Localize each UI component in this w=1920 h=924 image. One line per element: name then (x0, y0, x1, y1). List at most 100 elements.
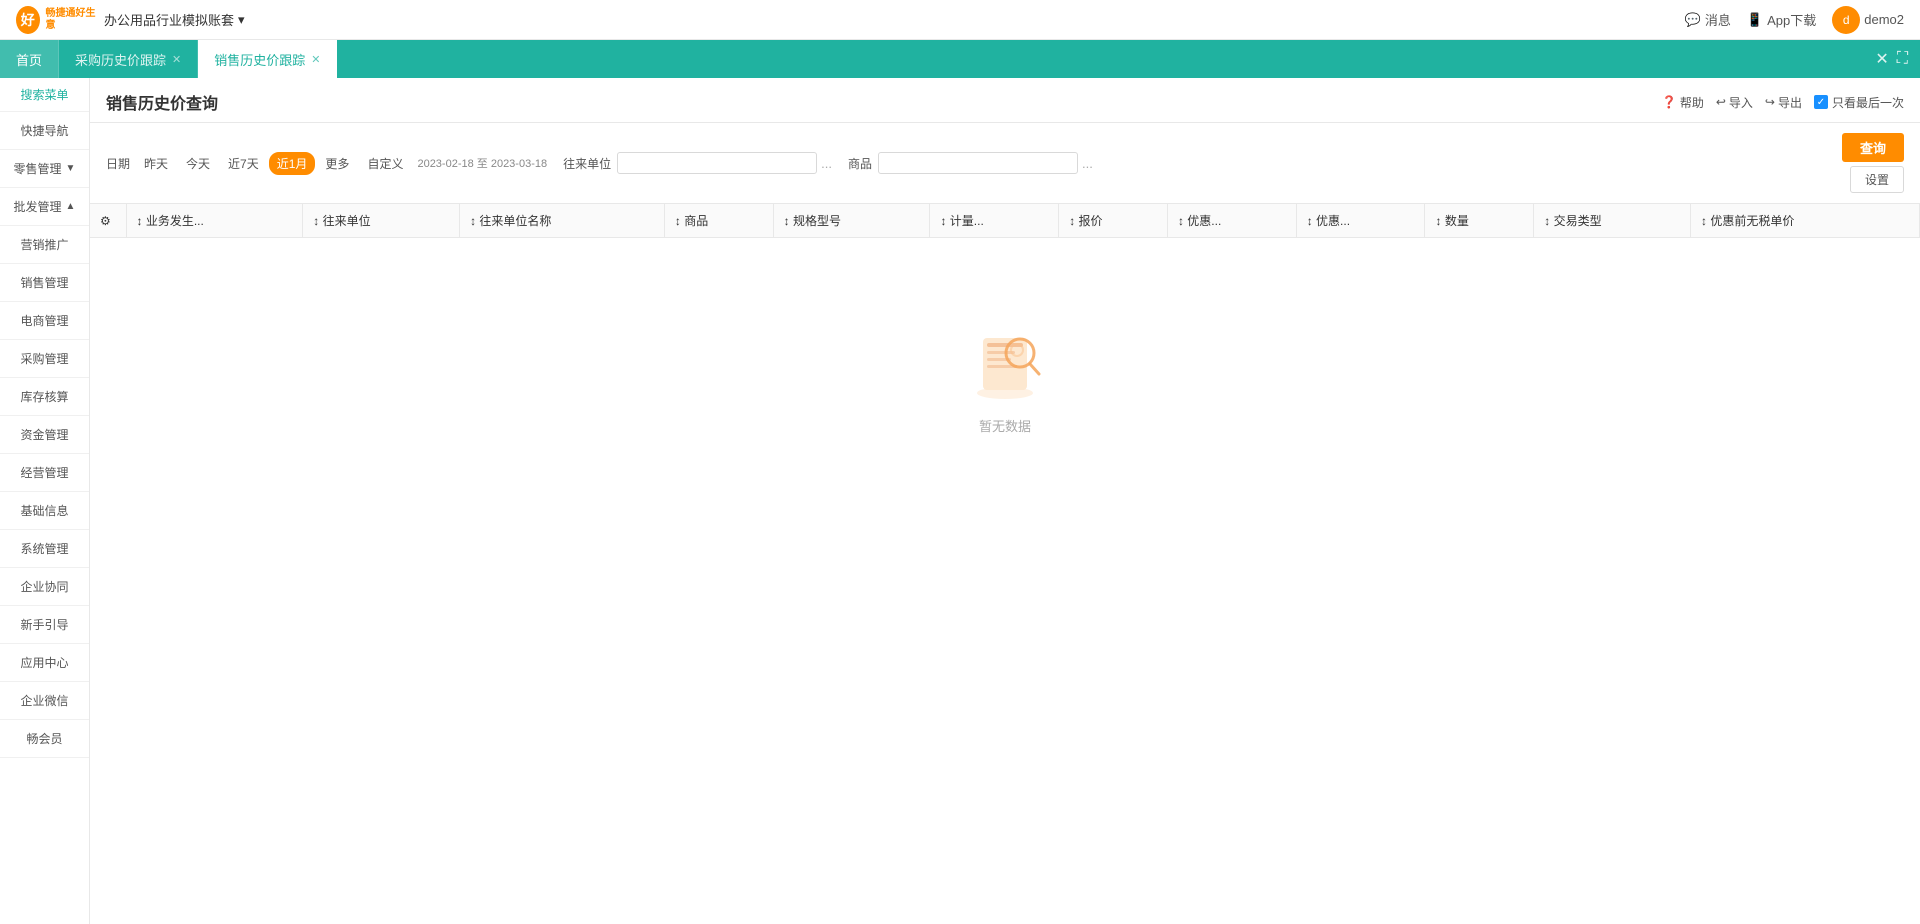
empty-state: 暂无数据 (90, 238, 1920, 515)
msg-label: 消息 (1705, 10, 1731, 29)
tab-maximize-button[interactable]: ⛶ (1897, 50, 1908, 68)
top-header: 好 畅捷通好生意 办公用品行业模拟账套 ▾ 💬 消息 📱 App下载 d dem… (0, 0, 1920, 40)
sidebar-wholesale-mgmt-label: 批发管理 (14, 198, 62, 215)
th-unit[interactable]: ↕ 计量... (930, 204, 1059, 238)
sidebar-item-enterprise-coop[interactable]: 企业协同 (0, 568, 89, 606)
table-container: ⚙ ↕ 业务发生... ↕ 往来单位 ↕ 往来单位名称 ↕ 商品 (90, 204, 1920, 924)
sidebar-item-inventory[interactable]: 库存核算 (0, 378, 89, 416)
sidebar-item-basic-info[interactable]: 基础信息 (0, 492, 89, 530)
user-avatar-button[interactable]: d demo2 (1832, 6, 1904, 34)
content-area: 销售历史价查询 ❓ 帮助 ↩ 导入 ↪ 导出 ✓ 只看最后一次 (90, 78, 1920, 924)
sidebar-search-menu-label: 搜索菜单 (20, 86, 68, 103)
sidebar-system-mgmt-label: 系统管理 (20, 540, 68, 557)
logo-area: 好 畅捷通好生意 (16, 6, 96, 34)
goods-input[interactable] (878, 152, 1078, 174)
sidebar-sales-mgmt-label: 销售管理 (20, 274, 68, 291)
sidebar-item-purchase-mgmt[interactable]: 采购管理 (0, 340, 89, 378)
sidebar-item-app-center[interactable]: 应用中心 (0, 644, 89, 682)
setting-button[interactable]: 设置 (1850, 166, 1904, 193)
sidebar-inventory-label: 库存核算 (20, 388, 68, 405)
table-header-row: ⚙ ↕ 业务发生... ↕ 往来单位 ↕ 往来单位名称 ↕ 商品 (90, 204, 1920, 238)
query-button[interactable]: 查询 (1842, 133, 1904, 162)
workspace-selector[interactable]: 办公用品行业模拟账套 ▾ (104, 10, 245, 29)
empty-text: 暂无数据 (979, 416, 1031, 435)
date-filter-group: 日期 昨天 今天 近7天 近1月 更多 自定义 2023-02-18 至 202… (106, 152, 547, 175)
sidebar-ecommerce-mgmt-label: 电商管理 (20, 312, 68, 329)
sidebar-item-system-mgmt[interactable]: 系统管理 (0, 530, 89, 568)
sidebar-finance-mgmt-label: 资金管理 (20, 426, 68, 443)
th-trade-type[interactable]: ↕ 交易类型 (1534, 204, 1691, 238)
sidebar-item-sales-mgmt[interactable]: 销售管理 (0, 264, 89, 302)
date-btn-custom[interactable]: 自定义 (359, 152, 411, 175)
main-layout: 搜索菜单 快捷导航 零售管理 ▼ 批发管理 ▲ 营销推广 销售管理 电商管理 采… (0, 78, 1920, 924)
th-quantity[interactable]: ↕ 数量 (1425, 204, 1534, 238)
partner-filter-label: 往来单位 (563, 155, 611, 172)
table-head: ⚙ ↕ 业务发生... ↕ 往来单位 ↕ 往来单位名称 ↕ 商品 (90, 204, 1920, 238)
th-partner-name[interactable]: ↕ 往来单位名称 (460, 204, 665, 238)
tab-sales-history[interactable]: 销售历史价跟踪 ✕ (198, 40, 337, 78)
import-button[interactable]: ↩ 导入 (1716, 94, 1753, 111)
empty-illustration (955, 318, 1055, 408)
sidebar-item-ops-mgmt[interactable]: 经营管理 (0, 454, 89, 492)
logo-text: 畅捷通好生意 (46, 8, 96, 32)
date-btn-more[interactable]: 更多 (317, 152, 357, 175)
th-discount1[interactable]: ↕ 优惠... (1167, 204, 1296, 238)
sidebar-item-search-menu[interactable]: 搜索菜单 (0, 78, 89, 112)
th-quantity-label: ↕ 数量 (1435, 214, 1468, 228)
only-last-checkbox[interactable]: ✓ (1814, 95, 1828, 109)
sidebar-item-marketing[interactable]: 营销推广 (0, 226, 89, 264)
date-filter-label: 日期 (106, 155, 130, 172)
th-unit-label: ↕ 计量... (940, 214, 983, 228)
th-trade-type-label: ↕ 交易类型 (1544, 214, 1601, 228)
th-goods-label: ↕ 商品 (675, 214, 708, 228)
tab-close-all-button[interactable]: ✕ (1875, 49, 1888, 69)
date-range-text: 2023-02-18 至 2023-03-18 (417, 155, 547, 171)
tab-sales-history-close[interactable]: ✕ (311, 53, 320, 66)
help-button[interactable]: ❓ 帮助 (1662, 94, 1704, 111)
th-spec[interactable]: ↕ 规格型号 (773, 204, 930, 238)
partner-input-wrap: ... (617, 152, 832, 174)
date-btn-today[interactable]: 今天 (178, 152, 218, 175)
sidebar: 搜索菜单 快捷导航 零售管理 ▼ 批发管理 ▲ 营销推广 销售管理 电商管理 采… (0, 78, 90, 924)
partner-input[interactable] (617, 152, 817, 174)
msg-button[interactable]: 💬 消息 (1685, 10, 1731, 29)
sidebar-item-new-guide[interactable]: 新手引导 (0, 606, 89, 644)
export-button[interactable]: ↪ 导出 (1765, 94, 1802, 111)
app-download-button[interactable]: 📱 App下载 (1747, 10, 1816, 29)
goods-dots[interactable]: ... (1082, 156, 1093, 171)
date-btn-yesterday[interactable]: 昨天 (136, 152, 176, 175)
th-discount2[interactable]: ↕ 优惠... (1296, 204, 1425, 238)
sidebar-item-finance-mgmt[interactable]: 资金管理 (0, 416, 89, 454)
app-icon: 📱 (1747, 12, 1763, 28)
only-last-wrapper[interactable]: ✓ 只看最后一次 (1814, 94, 1904, 111)
header-right: 💬 消息 📱 App下载 d demo2 (1685, 6, 1904, 34)
sidebar-quick-nav-label: 快捷导航 (20, 122, 68, 139)
th-partner-code[interactable]: ↕ 往来单位 (303, 204, 460, 238)
sidebar-item-member[interactable]: 畅会员 (0, 720, 89, 758)
date-btn-7days[interactable]: 近7天 (220, 152, 267, 175)
page-title: 销售历史价查询 (106, 90, 218, 114)
tab-sales-history-label: 销售历史价跟踪 (214, 50, 305, 69)
th-pre-tax-price[interactable]: ↕ 优惠前无税单价 (1691, 204, 1920, 238)
tab-purchase-history-close[interactable]: ✕ (172, 53, 181, 66)
th-goods[interactable]: ↕ 商品 (664, 204, 773, 238)
th-discount1-label: ↕ 优惠... (1178, 214, 1221, 228)
tab-purchase-history[interactable]: 采购历史价跟踪 ✕ (59, 40, 198, 78)
th-quote-price[interactable]: ↕ 报价 (1059, 204, 1168, 238)
sidebar-item-quick-nav[interactable]: 快捷导航 (0, 112, 89, 150)
date-btn-1month[interactable]: 近1月 (269, 152, 316, 175)
sidebar-new-guide-label: 新手引导 (20, 616, 68, 633)
sidebar-item-enterprise-wechat[interactable]: 企业微信 (0, 682, 89, 720)
th-biz-date-label: ↕ 业务发生... (137, 214, 204, 228)
partner-dots[interactable]: ... (821, 156, 832, 171)
sidebar-item-ecommerce-mgmt[interactable]: 电商管理 (0, 302, 89, 340)
sidebar-item-wholesale-mgmt[interactable]: 批发管理 ▲ (0, 188, 89, 226)
th-biz-date[interactable]: ↕ 业务发生... (126, 204, 303, 238)
logo-icon: 好 (16, 6, 40, 34)
th-settings[interactable]: ⚙ (90, 204, 126, 238)
sidebar-item-retail-mgmt[interactable]: 零售管理 ▼ (0, 150, 89, 188)
tab-home[interactable]: 首页 (0, 40, 59, 78)
tab-home-label: 首页 (16, 50, 42, 69)
partner-filter-group: 往来单位 ... (563, 152, 832, 174)
export-icon: ↪ (1765, 95, 1775, 109)
